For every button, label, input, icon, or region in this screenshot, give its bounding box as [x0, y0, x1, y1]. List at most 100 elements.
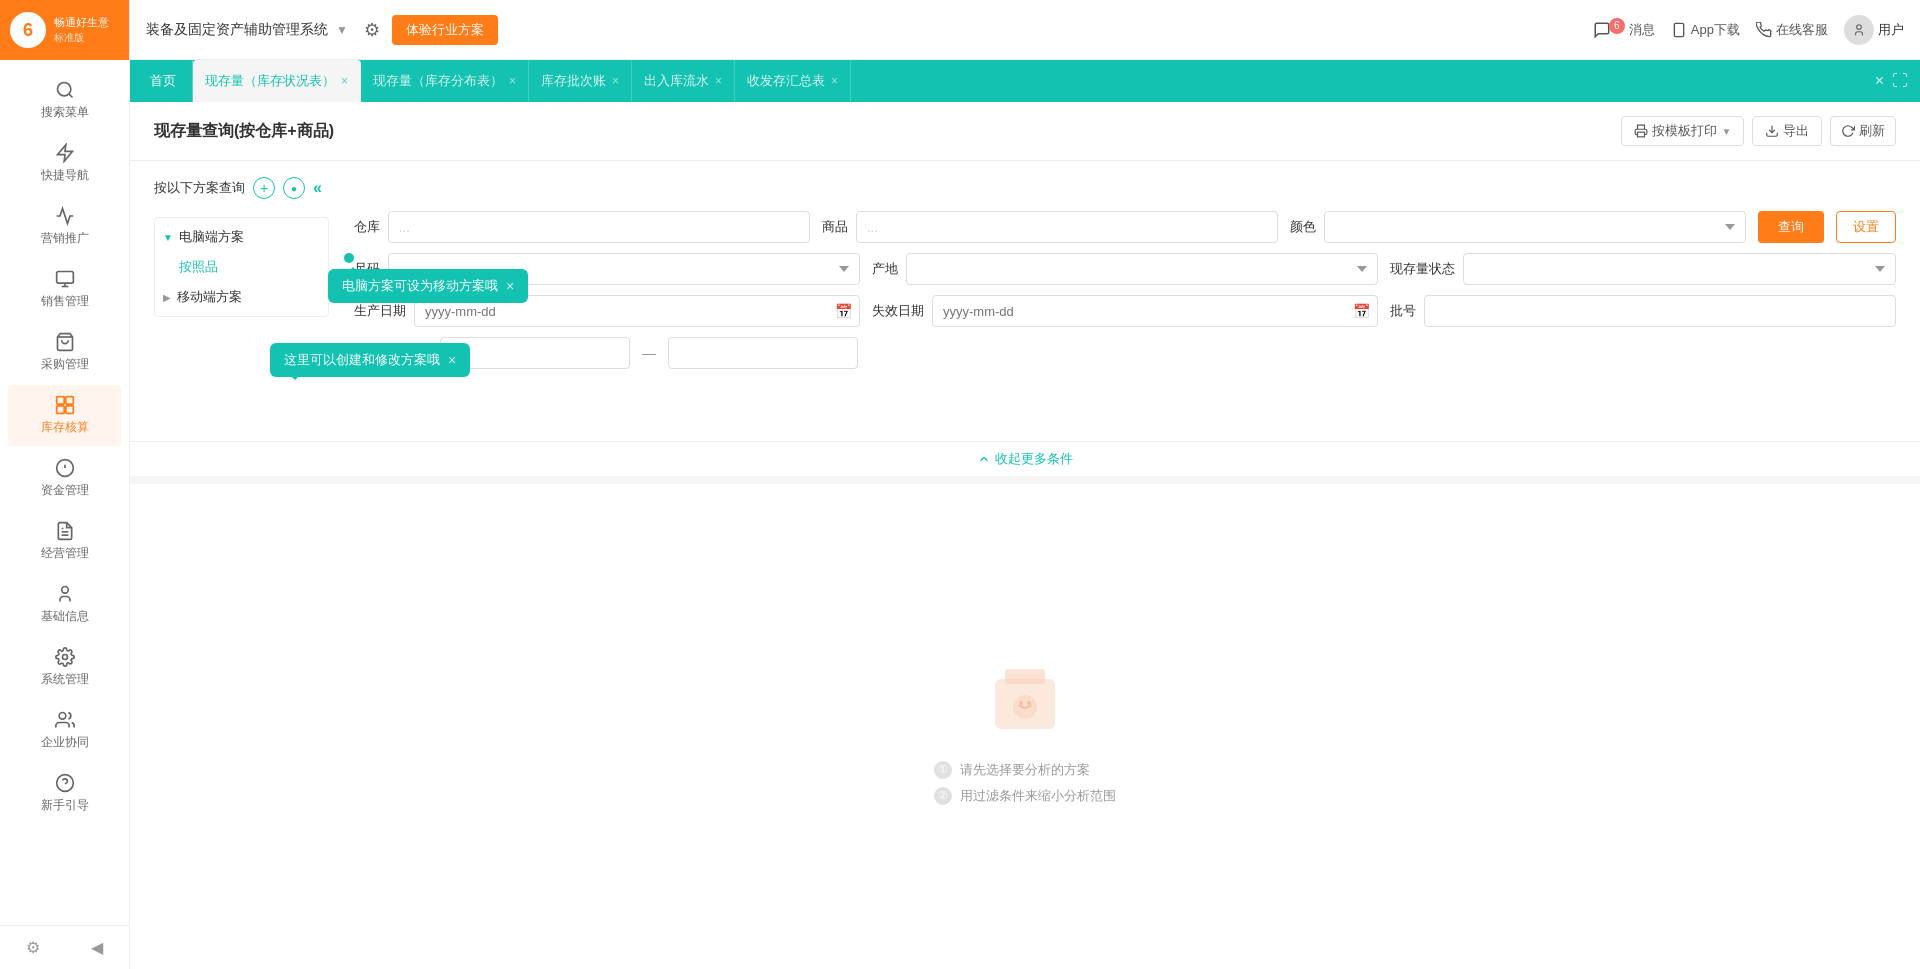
system-dropdown-arrow: ▼ — [336, 23, 348, 37]
empty-tips: ① 请先选择要分析的方案 ② 用过滤条件来缩小分析范围 — [934, 761, 1116, 805]
print-btn[interactable]: 按模板打印 ▼ — [1621, 116, 1744, 146]
batch-no-input[interactable] — [1424, 295, 1896, 327]
topbar-right: 6 消息 App下载 在线客服 用户 — [1593, 15, 1904, 45]
tooltip1-close-btn[interactable]: × — [506, 278, 514, 294]
sidebar-item-quick-nav[interactable]: 快捷导航 — [8, 133, 121, 194]
lightning-icon — [55, 143, 75, 163]
filter-color-field: 颜色 — [1290, 211, 1746, 243]
prod-date-calendar-icon[interactable]: 📅 — [835, 303, 852, 319]
online-service-btn[interactable]: 在线客服 — [1756, 21, 1828, 39]
empty-state: ① 请先选择要分析的方案 ② 用过滤条件来缩小分析范围 — [130, 484, 1920, 969]
service-icon — [1756, 22, 1772, 38]
sales-icon — [55, 269, 75, 289]
sidebar-item-system[interactable]: 系统管理 — [8, 637, 121, 698]
export-btn[interactable]: 导出 — [1752, 116, 1822, 146]
svg-rect-9 — [56, 406, 64, 414]
sidebar-item-basic-info[interactable]: 基础信息 — [8, 574, 121, 635]
inv-main-input-to[interactable] — [668, 337, 858, 369]
goods-label: 商品 — [822, 218, 848, 236]
sidebar-item-search-menu[interactable]: 搜索菜单 — [8, 70, 121, 131]
tree-arrow-desktop: ▼ — [163, 232, 173, 243]
range-separator: — — [638, 345, 660, 361]
print-icon — [1634, 124, 1648, 138]
app-download-btn[interactable]: App下载 — [1671, 21, 1740, 39]
tooltip2-close-btn[interactable]: × — [448, 352, 456, 368]
filter-tree-panel: ▼ 电脑端方案 按照品 ▶ 移动端方案 — [154, 217, 329, 317]
color-select[interactable] — [1324, 211, 1746, 243]
inventory-icon — [55, 395, 75, 415]
tree-item-mobile[interactable]: ▶ 移动端方案 — [155, 282, 328, 312]
add-filter-btn[interactable]: + — [253, 177, 275, 199]
tab-batch-ledger[interactable]: 库存批次账 × — [529, 60, 632, 102]
warehouse-input[interactable]: ... — [388, 211, 810, 243]
tab-inventory-dist[interactable]: 现存量（库存分布表） × — [361, 60, 529, 102]
batch-no-label: 批号 — [1390, 302, 1416, 320]
tooltip-desktop-scheme: 电脑方案可设为移动方案哦 × — [328, 269, 528, 303]
message-btn[interactable]: 6 消息 — [1593, 21, 1655, 39]
edit-filter-btn[interactable]: ● — [283, 177, 305, 199]
filter-batch-no-field: 批号 — [1390, 295, 1896, 327]
system-icon — [55, 647, 75, 667]
svg-point-18 — [59, 713, 66, 720]
expiry-date-input[interactable] — [932, 295, 1378, 327]
sidebar-footer: ⚙ ◀ — [0, 925, 129, 969]
tab-home[interactable]: 首页 — [134, 60, 193, 102]
user-menu[interactable]: 用户 — [1844, 15, 1904, 45]
filter-origin-field: 产地 — [872, 253, 1378, 285]
inv-status-select[interactable] — [1463, 253, 1896, 285]
page-title: 现存量查询(按仓库+商品) — [154, 121, 334, 156]
tab-close-batch-ledger[interactable]: × — [612, 74, 619, 88]
app-download-icon — [1671, 22, 1687, 38]
trial-btn[interactable]: 体验行业方案 — [392, 15, 498, 45]
tab-close-inventory-dist[interactable]: × — [509, 74, 516, 88]
tree-item-by-goods[interactable]: 按照品 — [155, 252, 328, 282]
svg-point-17 — [62, 655, 67, 660]
guide-icon — [55, 773, 75, 793]
sidebar-item-marketing[interactable]: 营销推广 — [8, 196, 121, 257]
logo-text: 畅通好生意 标准版 — [54, 15, 109, 44]
tree-arrow-mobile: ▶ — [163, 292, 171, 303]
svg-point-23 — [1857, 24, 1862, 29]
collapse-area: 收起更多条件 — [130, 441, 1920, 476]
goods-input[interactable]: ... — [856, 211, 1278, 243]
sidebar-item-enterprise[interactable]: 企业协同 — [8, 700, 121, 761]
filter-row-4: 现存量（主） — — [354, 337, 1896, 369]
refresh-icon — [1841, 124, 1855, 138]
reset-btn[interactable]: 设置 — [1836, 211, 1896, 243]
expiry-date-calendar-icon[interactable]: 📅 — [1353, 303, 1370, 319]
svg-rect-8 — [65, 397, 73, 405]
collapse-btn[interactable]: 收起更多条件 — [977, 450, 1073, 468]
svg-rect-21 — [1674, 23, 1683, 36]
settings-footer-btn[interactable]: ⚙ — [26, 938, 40, 957]
tab-close-in-out-flow[interactable]: × — [715, 74, 722, 88]
tab-close-receive-summary[interactable]: × — [831, 74, 838, 88]
sidebar-item-finance[interactable]: 资金管理 — [8, 448, 121, 509]
sidebar-item-inventory[interactable]: 库存核算 — [8, 385, 121, 446]
filter-row-2: 尺码 产地 现存量状态 — [354, 253, 1896, 285]
tab-close-all-btn[interactable]: × — [1875, 72, 1884, 90]
tab-inventory-status[interactable]: 现存量（库存状况表） × — [193, 60, 361, 102]
tab-fullscreen-btn[interactable]: ⛶ — [1892, 72, 1908, 90]
collapse-sidebar-btn[interactable]: ◀ — [91, 938, 103, 957]
topbar-settings-btn[interactable]: ⚙ — [364, 19, 380, 41]
tab-close-inventory-status[interactable]: × — [341, 74, 348, 88]
tab-receive-summary[interactable]: 收发存汇总表 × — [735, 60, 851, 102]
tabbar: 首页 现存量（库存状况表） × 现存量（库存分布表） × 库存批次账 × 出入库… — [130, 60, 1920, 102]
sidebar-item-guide[interactable]: 新手引导 — [8, 763, 121, 824]
origin-select[interactable] — [906, 253, 1378, 285]
logo-icon: 6 — [10, 12, 46, 48]
sidebar-item-purchase[interactable]: 采购管理 — [8, 322, 121, 383]
back-arrow-btn[interactable]: « — [313, 179, 322, 197]
search-icon — [55, 80, 75, 100]
tree-item-desktop[interactable]: ▼ 电脑端方案 — [155, 222, 328, 252]
sidebar-item-sales[interactable]: 销售管理 — [8, 259, 121, 320]
sidebar-item-operations[interactable]: 经营管理 — [8, 511, 121, 572]
sidebar: 6 畅通好生意 标准版 搜索菜单 快捷导航 营销推广 销售管理 采购管理 — [0, 0, 130, 969]
page-header: 现存量查询(按仓库+商品) 按模板打印 ▼ 导出 刷新 — [130, 102, 1920, 161]
tooltip-create-scheme: 这里可以创建和修改方案哦 × — [270, 343, 470, 377]
refresh-btn[interactable]: 刷新 — [1830, 116, 1896, 146]
filter-fields: 仓库 ... 商品 ... 颜色 — [354, 211, 1896, 369]
tab-in-out-flow[interactable]: 出入库流水 × — [632, 60, 735, 102]
search-btn[interactable]: 查询 — [1758, 211, 1824, 243]
system-selector[interactable]: 装备及固定资产辅助管理系统 ▼ — [146, 21, 348, 39]
